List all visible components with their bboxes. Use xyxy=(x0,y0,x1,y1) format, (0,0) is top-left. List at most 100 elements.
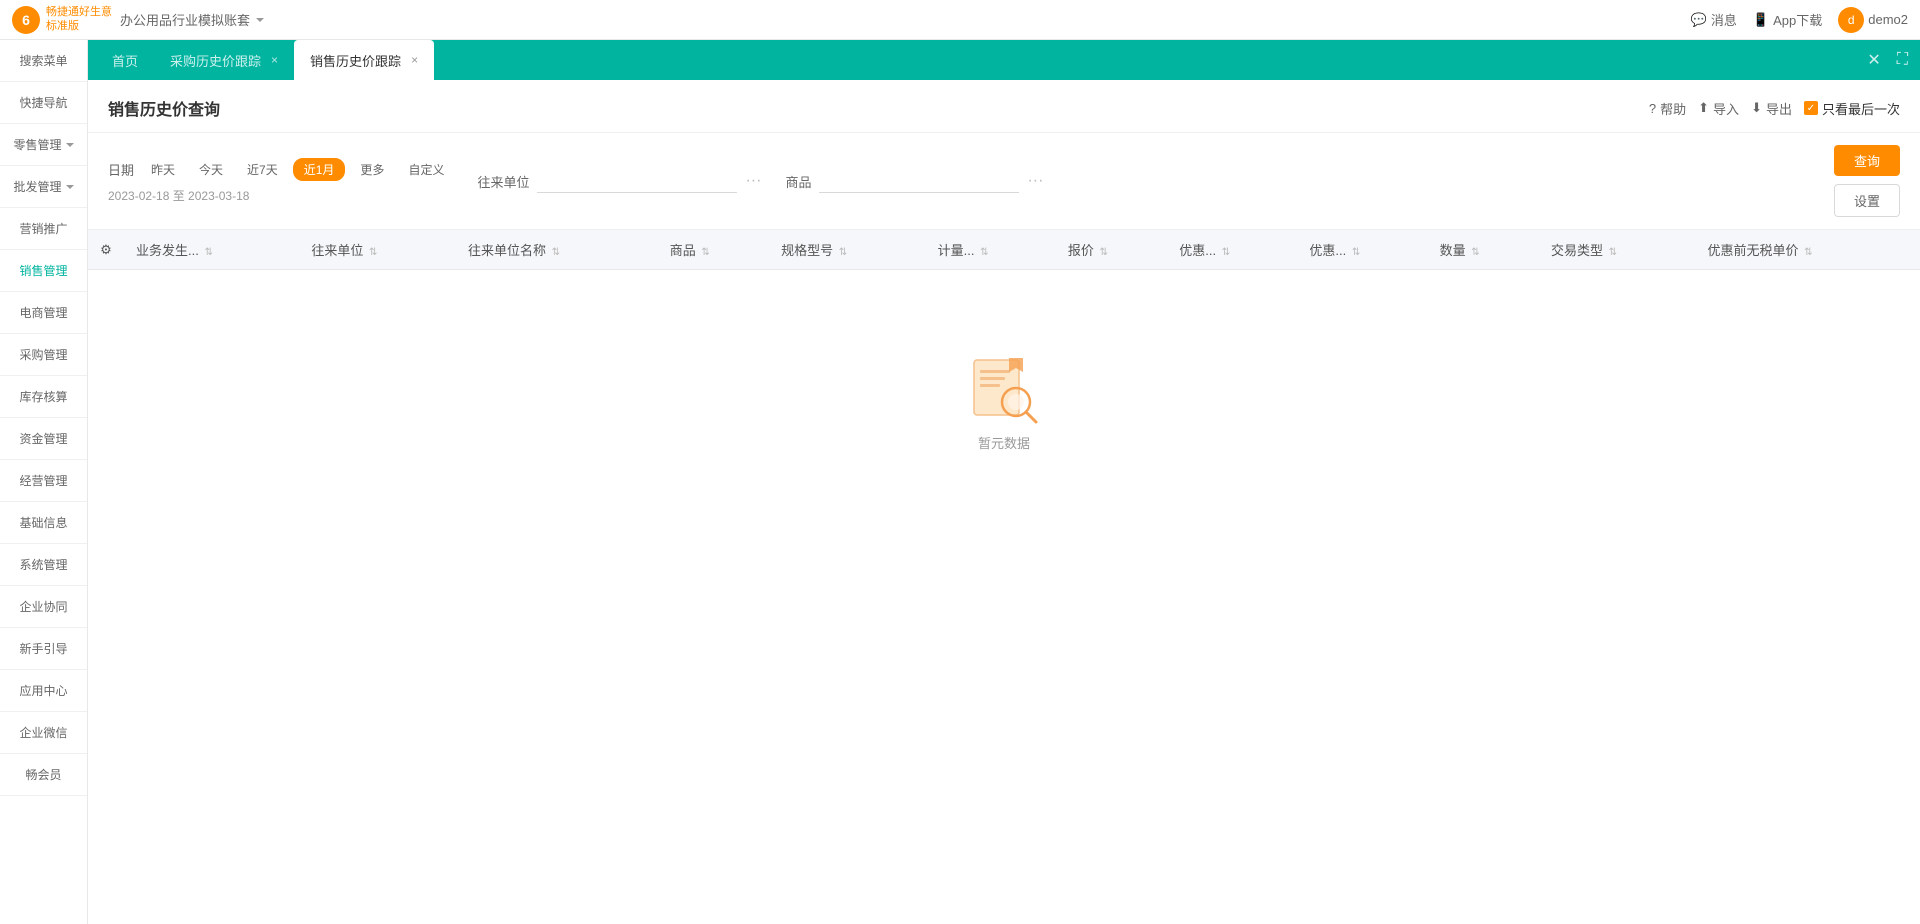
col-partner-code[interactable]: 往来单位 ⇅ xyxy=(299,230,456,270)
import-icon: ⬆ xyxy=(1698,100,1709,116)
logo-icon: 6 xyxy=(12,6,40,34)
sidebar-item-system[interactable]: 系统管理 xyxy=(0,544,87,586)
tab-bar: 首页 采购历史价跟踪 × 销售历史价跟踪 × ✕ ⛶ xyxy=(88,40,1920,80)
tab-home[interactable]: 首页 xyxy=(96,40,154,80)
filter-row: 日期 昨天 今天 近7天 近1月 更多 自定义 2023-02-18 至 202… xyxy=(88,133,1920,230)
sort-discount2-icon: ⇅ xyxy=(1352,247,1360,258)
sidebar-item-retail[interactable]: 零售管理 xyxy=(0,124,87,166)
col-unit[interactable]: 计量... ⇅ xyxy=(926,230,1056,270)
download-icon: 📱 xyxy=(1753,12,1769,28)
app-download-button[interactable]: 📱 App下载 xyxy=(1753,10,1822,29)
col-discount2[interactable]: 优惠... ⇅ xyxy=(1297,230,1427,270)
only-last-checkbox-group[interactable]: ✓ 只看最后一次 xyxy=(1804,99,1900,118)
date-options: 昨天 今天 近7天 近1月 更多 自定义 xyxy=(142,158,453,181)
empty-state: 暂元数据 xyxy=(88,270,1920,532)
tab-sales-history[interactable]: 销售历史价跟踪 × xyxy=(294,40,434,80)
help-button[interactable]: ? 帮助 xyxy=(1649,99,1686,118)
date-btn-custom[interactable]: 自定义 xyxy=(399,158,453,181)
table-header-row: ⚙ 业务发生... ⇅ 往来单位 ⇅ 往来单位名称 ⇅ xyxy=(88,230,1920,270)
settings-button[interactable]: 设置 xyxy=(1834,184,1900,217)
logo-text: 畅捷通好生意 标准版 xyxy=(46,6,112,32)
col-trade-type[interactable]: 交易类型 ⇅ xyxy=(1539,230,1696,270)
date-filter-group: 日期 昨天 今天 近7天 近1月 更多 自定义 2023-02-18 至 202… xyxy=(108,158,453,204)
partner-picker-icon[interactable]: ··· xyxy=(745,172,761,190)
date-btn-more[interactable]: 更多 xyxy=(351,158,393,181)
sidebar-item-newbie[interactable]: 新手引导 xyxy=(0,628,87,670)
tab-maximize-button[interactable]: ⛶ xyxy=(1893,47,1912,73)
page-header: 销售历史价查询 ? 帮助 ⬆ 导入 ⬇ 导出 ✓ xyxy=(88,80,1920,133)
date-btn-last1m[interactable]: 近1月 xyxy=(293,158,346,181)
top-bar-left: 6 畅捷通好生意 标准版 办公用品行业模拟账套 xyxy=(12,6,264,34)
page-actions: ? 帮助 ⬆ 导入 ⬇ 导出 ✓ 只看最后一次 xyxy=(1649,99,1900,118)
empty-text: 暂元数据 xyxy=(978,433,1030,452)
sort-partner-name-icon: ⇅ xyxy=(552,247,560,258)
sidebar-item-purchase[interactable]: 采购管理 xyxy=(0,334,87,376)
sidebar: 搜索菜单 快捷导航 零售管理 批发管理 营销推广 销售管理 电商管理 采购管理 … xyxy=(0,40,88,924)
tab-purchase-history[interactable]: 采购历史价跟踪 × xyxy=(154,40,294,80)
title-dropdown-icon[interactable] xyxy=(256,18,264,22)
sidebar-item-sales[interactable]: 销售管理 xyxy=(0,250,87,292)
col-partner-name[interactable]: 往来单位名称 ⇅ xyxy=(456,230,658,270)
sort-partner-code-icon: ⇅ xyxy=(369,247,377,258)
product-input[interactable] xyxy=(819,169,1019,193)
sidebar-item-member[interactable]: 畅会员 xyxy=(0,754,87,796)
date-range-text: 2023-02-18 至 2023-03-18 xyxy=(108,187,453,204)
sort-product-icon: ⇅ xyxy=(701,247,709,258)
partner-input[interactable] xyxy=(537,169,737,193)
sidebar-item-wholesale[interactable]: 批发管理 xyxy=(0,166,87,208)
tab-close-sales[interactable]: × xyxy=(411,53,418,67)
col-quantity[interactable]: 数量 ⇅ xyxy=(1428,230,1539,270)
content-area: 首页 采购历史价跟踪 × 销售历史价跟踪 × ✕ ⛶ 销售历史价查询 xyxy=(88,40,1920,924)
tab-close-purchase[interactable]: × xyxy=(271,53,278,67)
sidebar-item-enterprise[interactable]: 企业协同 xyxy=(0,586,87,628)
sort-spec-icon: ⇅ xyxy=(839,247,847,258)
sidebar-item-operation[interactable]: 经营管理 xyxy=(0,460,87,502)
table-header: ⚙ 业务发生... ⇅ 往来单位 ⇅ 往来单位名称 ⇅ xyxy=(88,230,1920,270)
col-price[interactable]: 报价 ⇅ xyxy=(1056,230,1167,270)
date-btn-last7[interactable]: 近7天 xyxy=(238,158,287,181)
page-title: 销售历史价查询 xyxy=(108,96,220,120)
date-btn-yesterday[interactable]: 昨天 xyxy=(142,158,184,181)
import-button[interactable]: ⬆ 导入 xyxy=(1698,99,1739,118)
sidebar-item-inventory[interactable]: 库存核算 xyxy=(0,376,87,418)
app-title: 办公用品行业模拟账套 xyxy=(120,10,264,29)
export-button[interactable]: ⬇ 导出 xyxy=(1751,99,1792,118)
col-product[interactable]: 商品 ⇅ xyxy=(658,230,769,270)
partner-filter-group: 往来单位 ··· xyxy=(477,169,761,193)
sort-price-icon: ⇅ xyxy=(1100,247,1108,258)
sidebar-item-search[interactable]: 搜索菜单 xyxy=(0,40,87,82)
sidebar-item-marketing[interactable]: 营销推广 xyxy=(0,208,87,250)
sidebar-item-basic[interactable]: 基础信息 xyxy=(0,502,87,544)
wholesale-expand-icon xyxy=(66,185,74,189)
product-picker-icon[interactable]: ··· xyxy=(1027,172,1043,190)
main-layout: 搜索菜单 快捷导航 零售管理 批发管理 营销推广 销售管理 电商管理 采购管理 … xyxy=(0,40,1920,924)
sidebar-item-ecommerce[interactable]: 电商管理 xyxy=(0,292,87,334)
message-button[interactable]: 💬 消息 xyxy=(1691,10,1737,29)
col-spec[interactable]: 规格型号 ⇅ xyxy=(769,230,926,270)
message-icon: 💬 xyxy=(1691,12,1707,28)
sort-trade-type-icon: ⇅ xyxy=(1609,247,1617,258)
avatar: d xyxy=(1838,7,1864,33)
query-button[interactable]: 查询 xyxy=(1834,145,1900,176)
col-discount1[interactable]: 优惠... ⇅ xyxy=(1167,230,1297,270)
tab-actions: ✕ ⛶ xyxy=(1863,46,1912,74)
data-table: ⚙ 业务发生... ⇅ 往来单位 ⇅ 往来单位名称 ⇅ xyxy=(88,230,1920,270)
user-menu[interactable]: d demo2 xyxy=(1838,7,1908,33)
only-last-checkbox[interactable]: ✓ xyxy=(1804,101,1818,115)
tab-close-all-button[interactable]: ✕ xyxy=(1863,46,1884,74)
sidebar-item-appstore[interactable]: 应用中心 xyxy=(0,670,87,712)
date-btn-today[interactable]: 今天 xyxy=(190,158,232,181)
sidebar-item-finance[interactable]: 资金管理 xyxy=(0,418,87,460)
top-bar: 6 畅捷通好生意 标准版 办公用品行业模拟账套 💬 消息 📱 App下载 d d… xyxy=(0,0,1920,40)
empty-illustration xyxy=(954,350,1054,433)
page-content: 销售历史价查询 ? 帮助 ⬆ 导入 ⬇ 导出 ✓ xyxy=(88,80,1920,924)
export-icon: ⬇ xyxy=(1751,100,1762,116)
sort-discount1-icon: ⇅ xyxy=(1222,247,1230,258)
sidebar-item-wechat[interactable]: 企业微信 xyxy=(0,712,87,754)
col-pretax-price[interactable]: 优惠前无税单价 ⇅ xyxy=(1696,230,1920,270)
col-date[interactable]: 业务发生... ⇅ xyxy=(124,230,299,270)
help-icon: ? xyxy=(1649,101,1656,116)
col-settings[interactable]: ⚙ xyxy=(88,230,124,270)
retail-expand-icon xyxy=(66,143,74,147)
sidebar-item-shortcut[interactable]: 快捷导航 xyxy=(0,82,87,124)
